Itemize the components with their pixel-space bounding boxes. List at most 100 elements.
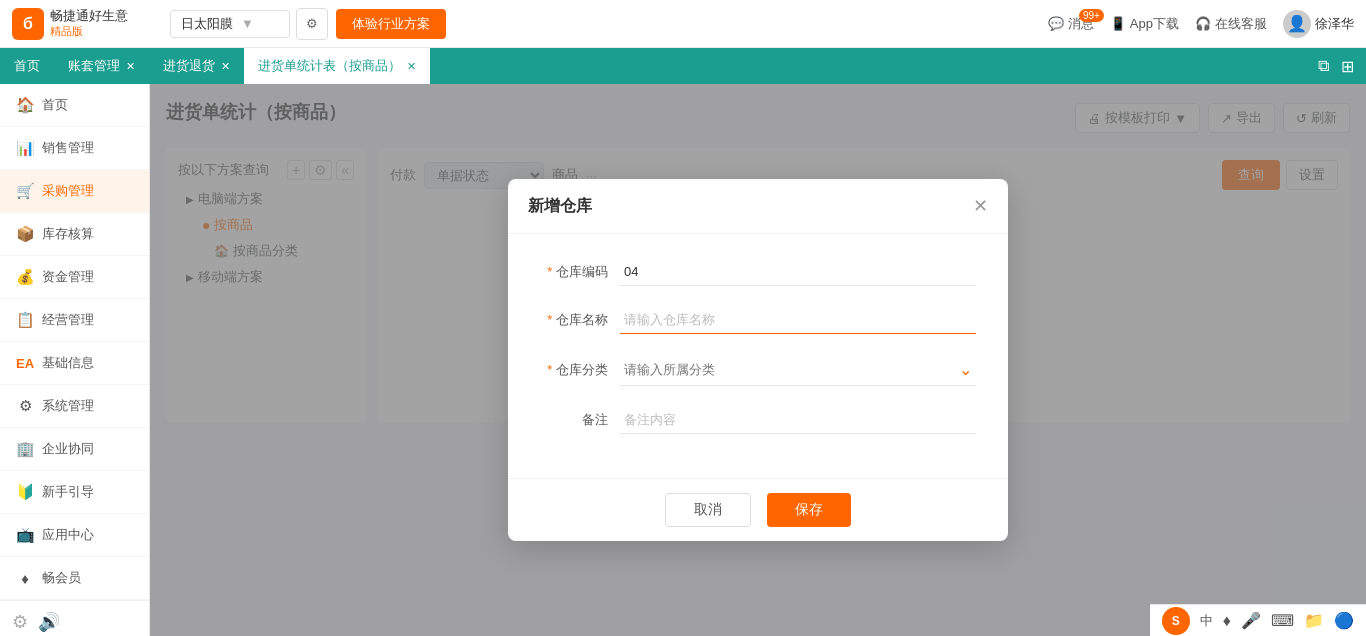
purchase-icon: 🛒 [16, 182, 34, 200]
sidebar-item-guide[interactable]: 🔰 新手引导 [0, 471, 149, 514]
sidebar-item-basic-info[interactable]: EA 基础信息 [0, 342, 149, 385]
sidebar-item-app-center-label: 应用中心 [42, 526, 94, 544]
top-nav: б 畅捷通好生意 精品版 日太阳膜 ▼ ⚙ 体验行业方案 💬 消息 99+ 📱 … [0, 0, 1366, 48]
category-dropdown-icon[interactable]: ⌄ [959, 360, 972, 379]
sidebar-sound-icon[interactable]: 🔊 [38, 611, 60, 633]
dialog-footer: 取消 保存 [508, 478, 1008, 541]
category-input[interactable] [624, 362, 959, 377]
bottom-logo: S [1162, 607, 1190, 635]
name-label: 仓库名称 [540, 311, 620, 329]
tab-purchase-return-close-icon[interactable]: ✕ [221, 60, 230, 73]
bottom-mic-icon[interactable]: 🎤 [1241, 611, 1261, 630]
sidebar-item-vip-label: 畅会员 [42, 569, 81, 587]
trial-button[interactable]: 体验行业方案 [336, 9, 446, 39]
sidebar-item-basic-info-label: 基础信息 [42, 354, 94, 372]
tab-home[interactable]: 首页 [0, 48, 54, 84]
home-icon: 🏠 [16, 96, 34, 114]
tab-purchase-stats[interactable]: 进货单统计表（按商品） ✕ [244, 48, 430, 84]
bottom-folder-icon[interactable]: 📁 [1304, 611, 1324, 630]
sidebar-item-purchase[interactable]: 🛒 采购管理 [0, 170, 149, 213]
dialog-overlay: 新增仓库 ✕ 仓库编码 仓库名称 仓库 [150, 84, 1366, 636]
vip-icon: ♦ [16, 569, 34, 587]
logo-icon: б [12, 8, 44, 40]
sales-icon: 📊 [16, 139, 34, 157]
online-service-button[interactable]: 🎧 在线客服 [1195, 15, 1267, 33]
tab-accounts-label: 账套管理 [68, 57, 120, 75]
dialog-body: 仓库编码 仓库名称 仓库分类 ⌄ [508, 234, 1008, 478]
code-input[interactable] [620, 258, 976, 286]
sidebar-item-app-center[interactable]: 📺 应用中心 [0, 514, 149, 557]
sidebar-item-finance-label: 资金管理 [42, 268, 94, 286]
sidebar-item-sales[interactable]: 📊 销售管理 [0, 127, 149, 170]
form-row-name: 仓库名称 [540, 306, 976, 334]
tab-purchase-stats-label: 进货单统计表（按商品） [258, 57, 401, 75]
tab-right-buttons: ⧉ ⊞ [1314, 55, 1366, 78]
sidebar-item-management-label: 经营管理 [42, 311, 94, 329]
gear-icon: ⚙ [306, 16, 318, 31]
dialog-title: 新增仓库 [528, 196, 592, 217]
store-name: 日太阳膜 [181, 15, 233, 33]
tab-purchase-return[interactable]: 进货退货 ✕ [149, 48, 244, 84]
inventory-icon: 📦 [16, 225, 34, 243]
finance-icon: 💰 [16, 268, 34, 286]
online-service-label: 在线客服 [1215, 15, 1267, 33]
logo-area: б 畅捷通好生意 精品版 [12, 8, 162, 40]
form-row-code: 仓库编码 [540, 258, 976, 286]
sidebar-item-guide-label: 新手引导 [42, 483, 94, 501]
sidebar-item-enterprise[interactable]: 🏢 企业协同 [0, 428, 149, 471]
enterprise-icon: 🏢 [16, 440, 34, 458]
sidebar-item-finance[interactable]: 💰 资金管理 [0, 256, 149, 299]
guide-icon: 🔰 [16, 483, 34, 501]
save-button[interactable]: 保存 [767, 493, 851, 527]
store-selector[interactable]: 日太阳膜 ▼ [170, 10, 290, 38]
logo-title: 畅捷通好生意 [50, 8, 128, 25]
message-icon: 💬 [1048, 16, 1064, 31]
store-dropdown-icon: ▼ [241, 16, 254, 31]
headphone-icon: 🎧 [1195, 16, 1211, 31]
sidebar-settings-icon[interactable]: ⚙ [12, 611, 28, 633]
main-layout: 🏠 首页 📊 销售管理 🛒 采购管理 📦 库存核算 💰 资金管理 📋 经营管理 … [0, 84, 1366, 636]
avatar-icon: 👤 [1287, 14, 1307, 33]
app-download-label: App下载 [1130, 15, 1179, 33]
settings-button[interactable]: ⚙ [296, 8, 328, 40]
sidebar: 🏠 首页 📊 销售管理 🛒 采购管理 📦 库存核算 💰 资金管理 📋 经营管理 … [0, 84, 150, 636]
dialog-header: 新增仓库 ✕ [508, 179, 1008, 234]
sidebar-item-home[interactable]: 🏠 首页 [0, 84, 149, 127]
tab-purchase-return-label: 进货退货 [163, 57, 215, 75]
logo-sub: 精品版 [50, 24, 128, 39]
user-profile-button[interactable]: 👤 徐泽华 [1283, 10, 1354, 38]
new-warehouse-dialog: 新增仓库 ✕ 仓库编码 仓库名称 仓库 [508, 179, 1008, 541]
app-download-button[interactable]: 📱 App下载 [1110, 15, 1179, 33]
sidebar-item-purchase-label: 采购管理 [42, 182, 94, 200]
dialog-close-button[interactable]: ✕ [973, 195, 988, 217]
bottom-keyboard-icon[interactable]: ⌨ [1271, 611, 1294, 630]
bottom-circle-icon[interactable]: 🔵 [1334, 611, 1354, 630]
mobile-icon: 📱 [1110, 16, 1126, 31]
message-button[interactable]: 💬 消息 99+ [1048, 15, 1094, 33]
category-select-row: ⌄ [620, 354, 976, 386]
system-icon: ⚙ [16, 397, 34, 415]
form-row-remark: 备注 [540, 406, 976, 434]
sidebar-item-management[interactable]: 📋 经营管理 [0, 299, 149, 342]
sidebar-item-home-label: 首页 [42, 96, 68, 114]
tab-accounts[interactable]: 账套管理 ✕ [54, 48, 149, 84]
sidebar-item-sales-label: 销售管理 [42, 139, 94, 157]
bottom-diamond-icon[interactable]: ♦ [1223, 612, 1231, 630]
cancel-button[interactable]: 取消 [665, 493, 751, 527]
tab-purchase-stats-close-icon[interactable]: ✕ [407, 60, 416, 73]
bottom-bar: S 中 ♦ 🎤 ⌨ 📁 🔵 [1150, 604, 1366, 636]
sidebar-item-enterprise-label: 企业协同 [42, 440, 94, 458]
bottom-zh-icon[interactable]: 中 [1200, 612, 1213, 630]
name-input[interactable] [620, 306, 976, 334]
sidebar-item-vip[interactable]: ♦ 畅会员 [0, 557, 149, 600]
remark-input[interactable] [620, 406, 976, 434]
tab-fullscreen-icon[interactable]: ⊞ [1337, 55, 1358, 78]
tab-restore-icon[interactable]: ⧉ [1314, 55, 1333, 77]
sidebar-item-inventory[interactable]: 📦 库存核算 [0, 213, 149, 256]
avatar: 👤 [1283, 10, 1311, 38]
sidebar-item-system[interactable]: ⚙ 系统管理 [0, 385, 149, 428]
basic-info-icon: EA [16, 354, 34, 372]
form-row-category: 仓库分类 ⌄ [540, 354, 976, 386]
content-area: 进货单统计（按商品） 🖨 按模板打印 ▼ ↗ 导出 ↺ 刷新 [150, 84, 1366, 636]
tab-accounts-close-icon[interactable]: ✕ [126, 60, 135, 73]
